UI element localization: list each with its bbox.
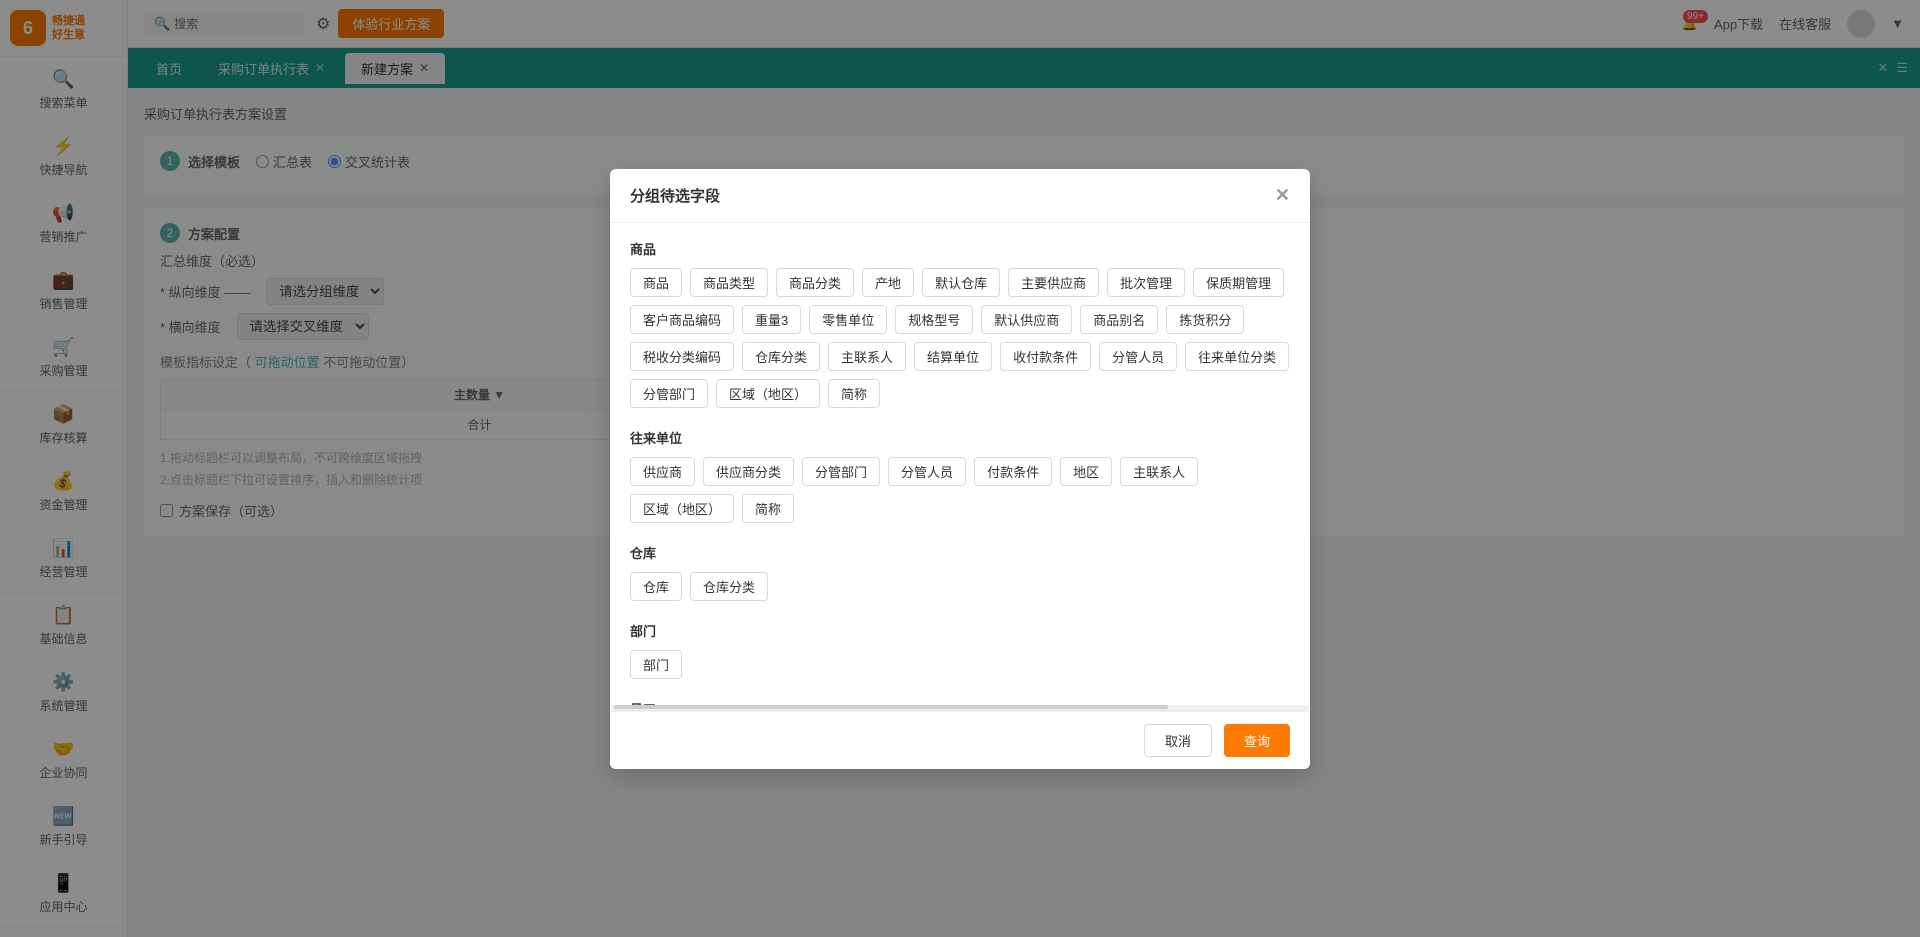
field-tag-dept-mgmt[interactable]: 分管部门 — [630, 379, 708, 408]
modal-title: 分组待选字段 — [630, 185, 720, 206]
field-tag-batch-mgmt[interactable]: 批次管理 — [1107, 268, 1185, 297]
field-tag-abbrev-partner[interactable]: 简称 — [742, 494, 794, 523]
field-tag-warehouse-cat[interactable]: 仓库分类 — [690, 572, 768, 601]
field-tag-customer-code[interactable]: 客户商品编码 — [630, 305, 734, 334]
section-warehouse-tags: 仓库 仓库分类 — [630, 572, 1290, 601]
field-tag-supplier[interactable]: 供应商 — [630, 457, 695, 486]
field-tag-shelf-life[interactable]: 保质期管理 — [1193, 268, 1284, 297]
section-employee-title: 员工 — [630, 699, 1290, 705]
section-dept: 部门 部门 — [630, 621, 1290, 679]
field-tag-abbrev-goods[interactable]: 简称 — [828, 379, 880, 408]
section-goods: 商品 商品 商品类型 商品分类 产地 默认仓库 主要供应商 批次管理 保质期管理… — [630, 239, 1290, 408]
section-partner: 往来单位 供应商 供应商分类 分管部门 分管人员 付款条件 地区 主联系人 区域… — [630, 428, 1290, 523]
section-warehouse-title: 仓库 — [630, 543, 1290, 562]
field-tag-warehouse[interactable]: 仓库 — [630, 572, 682, 601]
field-tag-partner-person[interactable]: 分管人员 — [888, 457, 966, 486]
field-tag-partner-dept[interactable]: 分管部门 — [802, 457, 880, 486]
field-tag-spec-model[interactable]: 规格型号 — [895, 305, 973, 334]
field-tag-partner-category[interactable]: 往来单位分类 — [1185, 342, 1289, 371]
field-tag-main-contact[interactable]: 主联系人 — [828, 342, 906, 371]
field-tag-main-supplier[interactable]: 主要供应商 — [1008, 268, 1099, 297]
field-tag-payment-cond[interactable]: 付款条件 — [974, 457, 1052, 486]
confirm-button[interactable]: 查询 — [1224, 724, 1290, 757]
section-goods-title: 商品 — [630, 239, 1290, 258]
field-tag-goods[interactable]: 商品 — [630, 268, 682, 297]
section-partner-title: 往来单位 — [630, 428, 1290, 447]
section-employee: 员工 业务员 — [630, 699, 1290, 705]
modal-footer: 取消 查询 — [610, 711, 1310, 769]
modal-overlay: 分组待选字段 ✕ 商品 商品 商品类型 商品分类 产地 默认仓库 主要供应商 批… — [0, 0, 1920, 937]
section-dept-title: 部门 — [630, 621, 1290, 640]
field-tag-pick-points[interactable]: 拣货积分 — [1166, 305, 1244, 334]
field-tag-retail-unit[interactable]: 零售单位 — [809, 305, 887, 334]
field-tag-default-supplier[interactable]: 默认供应商 — [981, 305, 1072, 334]
modal-body: 商品 商品 商品类型 商品分类 产地 默认仓库 主要供应商 批次管理 保质期管理… — [610, 223, 1310, 705]
field-tag-supplier-cat[interactable]: 供应商分类 — [703, 457, 794, 486]
field-tag-region-goods[interactable]: 区域（地区） — [716, 379, 820, 408]
field-tag-weight3[interactable]: 重量3 — [742, 305, 801, 334]
field-tag-goods-alias[interactable]: 商品别名 — [1080, 305, 1158, 334]
field-tag-settlement-unit[interactable]: 结算单位 — [914, 342, 992, 371]
section-warehouse: 仓库 仓库 仓库分类 — [630, 543, 1290, 601]
field-select-modal: 分组待选字段 ✕ 商品 商品 商品类型 商品分类 产地 默认仓库 主要供应商 批… — [610, 169, 1310, 769]
field-tag-dept[interactable]: 部门 — [630, 650, 682, 679]
modal-hscrollbar[interactable] — [610, 705, 1310, 711]
section-goods-tags: 商品 商品类型 商品分类 产地 默认仓库 主要供应商 批次管理 保质期管理 客户… — [630, 268, 1290, 408]
field-tag-payment-terms[interactable]: 收付款条件 — [1000, 342, 1091, 371]
field-tag-tax-code[interactable]: 税收分类编码 — [630, 342, 734, 371]
section-partner-tags: 供应商 供应商分类 分管部门 分管人员 付款条件 地区 主联系人 区域（地区） … — [630, 457, 1290, 523]
modal-close-button[interactable]: ✕ — [1275, 186, 1290, 204]
field-tag-default-warehouse[interactable]: 默认仓库 — [922, 268, 1000, 297]
field-tag-main-contact-partner[interactable]: 主联系人 — [1120, 457, 1198, 486]
field-tag-dept-head[interactable]: 分管人员 — [1099, 342, 1177, 371]
field-tag-origin[interactable]: 产地 — [862, 268, 914, 297]
modal-header: 分组待选字段 ✕ — [610, 169, 1310, 223]
section-dept-tags: 部门 — [630, 650, 1290, 679]
field-tag-region-partner[interactable]: 区域（地区） — [630, 494, 734, 523]
field-tag-area[interactable]: 地区 — [1060, 457, 1112, 486]
field-tag-warehouse-category[interactable]: 仓库分类 — [742, 342, 820, 371]
field-tag-goods-type[interactable]: 商品类型 — [690, 268, 768, 297]
cancel-button[interactable]: 取消 — [1144, 724, 1212, 757]
field-tag-goods-category[interactable]: 商品分类 — [776, 268, 854, 297]
